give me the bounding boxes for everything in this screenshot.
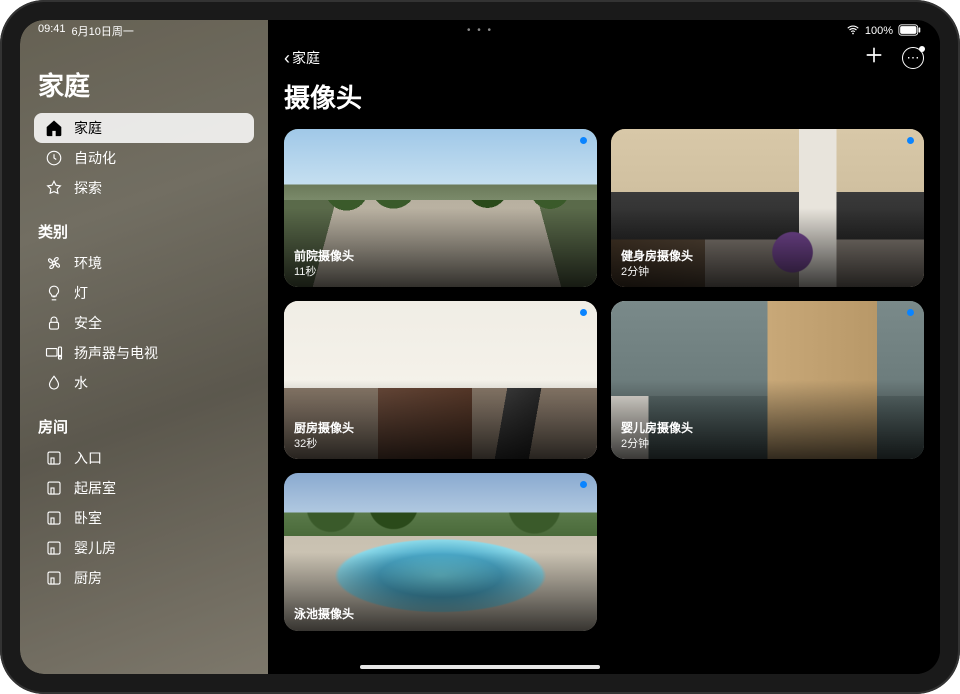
camera-time: 2分钟	[621, 265, 693, 279]
sidebar-item-label: 安全	[74, 313, 102, 333]
status-time: 09:41	[38, 23, 66, 39]
clock-check-icon	[44, 148, 64, 168]
room-icon	[44, 448, 64, 468]
sidebar-item-home[interactable]: 家庭	[34, 113, 254, 143]
sidebar-item-label: 自动化	[74, 148, 116, 168]
ipad-frame: 09:41 6月10日周一 • • • 100% 家庭 家庭自动化探索 类别环境…	[0, 0, 960, 694]
camera-label: 泳池摄像头	[294, 607, 354, 623]
sidebar-item-label: 卧室	[74, 508, 102, 528]
sidebar-item-entry[interactable]: 入口	[34, 443, 254, 473]
tv-speaker-icon	[44, 343, 64, 363]
sidebar-item-label: 起居室	[74, 478, 116, 498]
room-icon	[44, 508, 64, 528]
sidebar-item-label: 家庭	[74, 118, 102, 138]
add-button[interactable]	[864, 45, 884, 71]
recording-indicator-icon	[580, 481, 587, 488]
recording-indicator-icon	[907, 309, 914, 316]
sidebar-item-label: 灯	[74, 283, 88, 303]
back-button[interactable]: ‹ 家庭	[284, 48, 320, 68]
sidebar-item-label: 厨房	[74, 568, 102, 588]
bulb-icon	[44, 283, 64, 303]
camera-time: 11秒	[294, 265, 354, 279]
more-button[interactable]: ⋯	[902, 47, 924, 69]
camera-name: 婴儿房摄像头	[621, 421, 693, 435]
sidebar-item-speakers[interactable]: 扬声器与电视	[34, 338, 254, 368]
camera-label: 厨房摄像头 32秒	[294, 421, 354, 451]
chevron-left-icon: ‹	[284, 49, 290, 67]
camera-tile-kitchen[interactable]: 厨房摄像头 32秒	[284, 301, 597, 459]
camera-time: 32秒	[294, 437, 354, 451]
topbar: ‹ 家庭 ⋯	[284, 44, 924, 72]
sidebar-item-label: 婴儿房	[74, 538, 116, 558]
sidebar-item-climate[interactable]: 环境	[34, 248, 254, 278]
camera-name: 厨房摄像头	[294, 421, 354, 435]
camera-name: 泳池摄像头	[294, 607, 354, 621]
sidebar-item-security[interactable]: 安全	[34, 308, 254, 338]
camera-tile-pool[interactable]: 泳池摄像头	[284, 473, 597, 631]
wifi-icon	[846, 23, 860, 40]
sidebar-item-label: 环境	[74, 253, 102, 273]
status-bar: 09:41 6月10日周一 • • • 100%	[20, 20, 940, 42]
drop-icon	[44, 373, 64, 393]
battery-text: 100%	[865, 25, 893, 37]
home-icon	[44, 118, 64, 138]
sidebar: 家庭 家庭自动化探索 类别环境灯安全扬声器与电视水房间入口起居室卧室婴儿房厨房	[20, 20, 268, 674]
star-icon	[44, 178, 64, 198]
sidebar-item-lights[interactable]: 灯	[34, 278, 254, 308]
screen: 09:41 6月10日周一 • • • 100% 家庭 家庭自动化探索 类别环境…	[20, 20, 940, 674]
lock-icon	[44, 313, 64, 333]
camera-label: 婴儿房摄像头 2分钟	[621, 421, 693, 451]
sidebar-item-label: 探索	[74, 178, 102, 198]
recording-indicator-icon	[907, 137, 914, 144]
recording-indicator-icon	[580, 137, 587, 144]
camera-tile-frontyard[interactable]: 前院摄像头 11秒	[284, 129, 597, 287]
camera-label: 健身房摄像头 2分钟	[621, 249, 693, 279]
sidebar-item-label: 水	[74, 373, 88, 393]
camera-label: 前院摄像头 11秒	[294, 249, 354, 279]
sidebar-item-water[interactable]: 水	[34, 368, 254, 398]
status-date: 6月10日周一	[72, 23, 134, 39]
sidebar-item-nursery-room[interactable]: 婴儿房	[34, 533, 254, 563]
back-label: 家庭	[292, 48, 320, 68]
sidebar-item-living[interactable]: 起居室	[34, 473, 254, 503]
sidebar-item-bedroom[interactable]: 卧室	[34, 503, 254, 533]
room-icon	[44, 478, 64, 498]
sidebar-item-discover[interactable]: 探索	[34, 173, 254, 203]
sidebar-item-kitchen-room[interactable]: 厨房	[34, 563, 254, 593]
home-indicator[interactable]	[360, 665, 600, 669]
room-icon	[44, 538, 64, 558]
camera-name: 前院摄像头	[294, 249, 354, 263]
camera-tile-nursery[interactable]: 婴儿房摄像头 2分钟	[611, 301, 924, 459]
multitask-dots-icon[interactable]: • • •	[467, 25, 493, 36]
room-icon	[44, 568, 64, 588]
sidebar-item-label: 扬声器与电视	[74, 343, 158, 363]
camera-tile-gym[interactable]: 健身房摄像头 2分钟	[611, 129, 924, 287]
battery-icon	[898, 24, 922, 39]
fan-icon	[44, 253, 64, 273]
camera-grid: 前院摄像头11秒健身房摄像头2分钟厨房摄像头32秒婴儿房摄像头2分钟泳池摄像头	[284, 129, 924, 631]
sidebar-item-label: 入口	[74, 448, 102, 468]
sidebar-section-header: 类别	[34, 221, 254, 242]
camera-name: 健身房摄像头	[621, 249, 693, 263]
camera-time: 2分钟	[621, 437, 693, 451]
main-content: ‹ 家庭 ⋯ 摄像头 前院摄像头11秒健身房摄像头2分钟厨房摄像头32秒婴儿房摄…	[268, 20, 940, 674]
recording-indicator-icon	[580, 309, 587, 316]
sidebar-item-automation[interactable]: 自动化	[34, 143, 254, 173]
page-title: 摄像头	[284, 78, 924, 115]
sidebar-section-header: 房间	[34, 416, 254, 437]
sidebar-title: 家庭	[34, 66, 254, 103]
